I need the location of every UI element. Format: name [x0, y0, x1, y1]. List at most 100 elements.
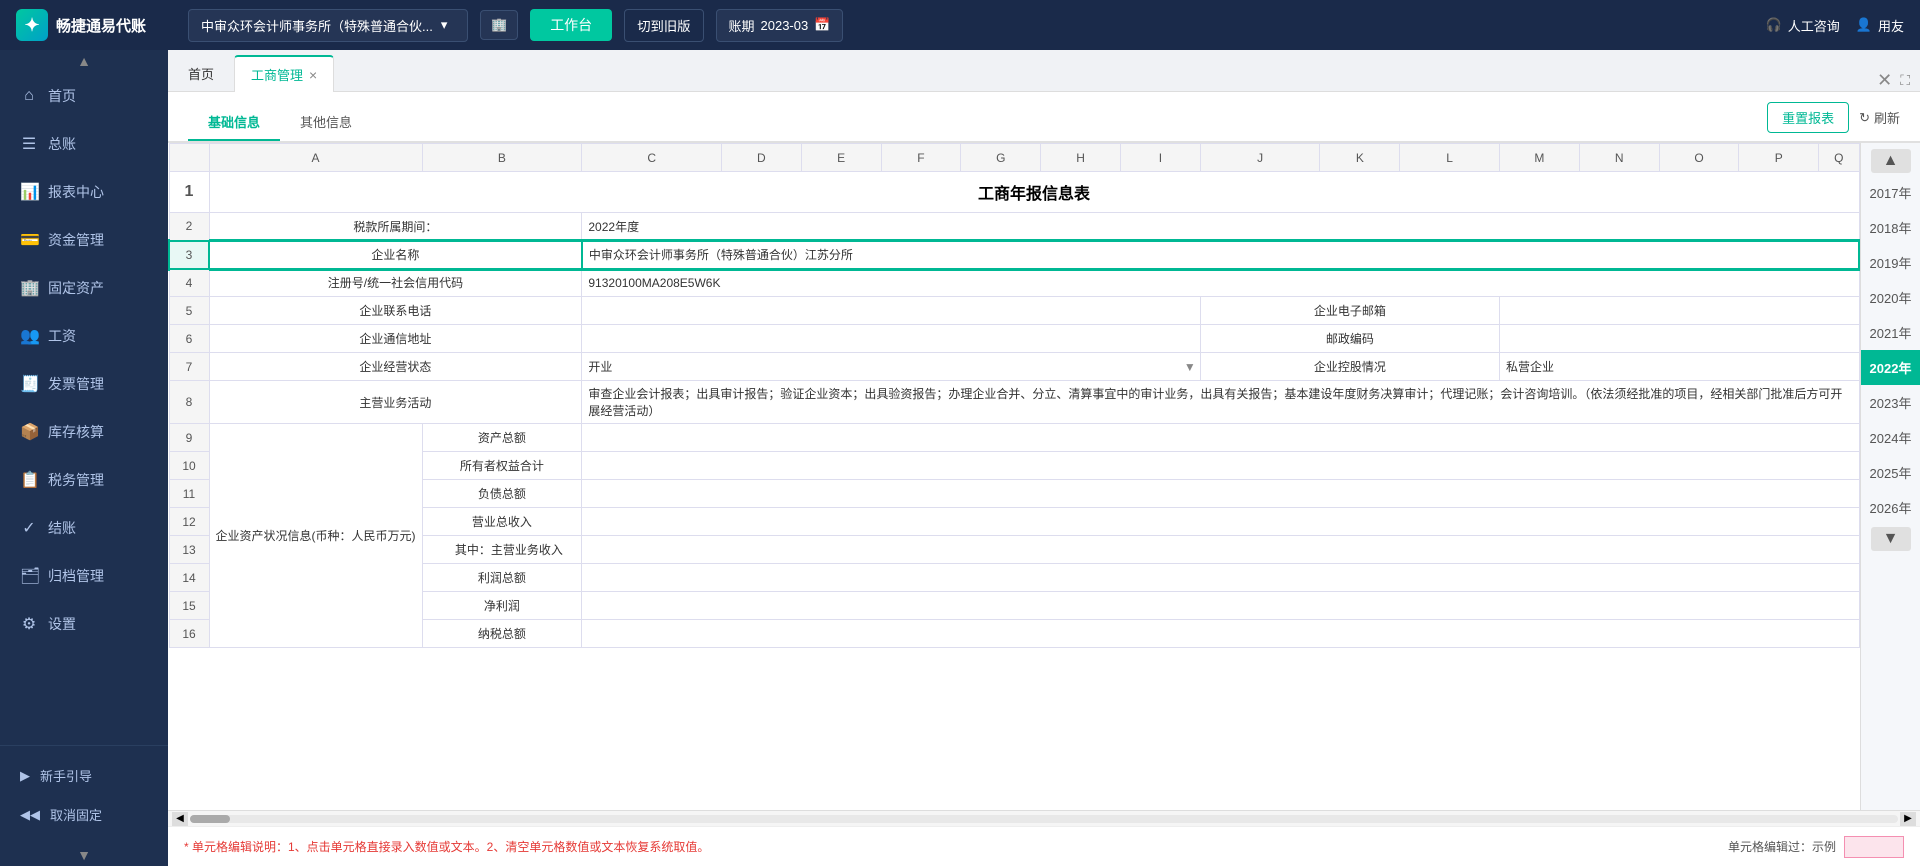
sheet-inner[interactable]: A B C D E F G H I J K L — [168, 143, 1860, 810]
year-item-2026[interactable]: 2026年 — [1861, 490, 1920, 525]
net-profit-value[interactable] — [582, 592, 1859, 620]
year-item-2017[interactable]: 2017年 — [1861, 175, 1920, 210]
sidebar-item-close[interactable]: ✓ 结账 — [0, 504, 168, 552]
row-num-12: 12 — [169, 508, 209, 536]
tab-close-icon[interactable]: × — [309, 67, 317, 83]
row-num-3: 3 — [169, 241, 209, 269]
sidebar-item-assets[interactable]: 🏢 固定资产 — [0, 264, 168, 312]
period-value-cell[interactable]: 2022年度 — [582, 213, 1859, 241]
company-dropdown-icon: ▾ — [441, 17, 448, 33]
table-row: 10 所有者权益合计 — [169, 452, 1859, 480]
tab-commerce[interactable]: 工商管理 × — [234, 55, 334, 92]
row-num-11: 11 — [169, 480, 209, 508]
period-value: 2023-03 — [761, 18, 809, 33]
sidebar-item-archive[interactable]: 🗂 归档管理 — [0, 552, 168, 600]
status-value[interactable]: 开业 ▼ — [582, 353, 1200, 381]
sidebar-item-home[interactable]: ⌂ 首页 — [0, 72, 168, 120]
sidebar-label-ledger: 总账 — [48, 134, 76, 154]
table-row: 14 利润总额 — [169, 564, 1859, 592]
tab-home[interactable]: 首页 — [168, 56, 234, 91]
sidebar-item-unpin[interactable]: ◀◀ 取消固定 — [0, 795, 168, 834]
sidebar-item-guide[interactable]: ▶ 新手引导 — [0, 756, 168, 795]
year-scroll-up-btn[interactable]: ▲ — [1871, 149, 1911, 173]
company-icon-btn[interactable]: 🏢 — [480, 10, 518, 40]
assets-value[interactable] — [582, 424, 1859, 452]
business-value[interactable]: 审查企业会计报表；出具审计报告；验证企业资本；出具验资报告；办理企业合并、分立、… — [582, 381, 1859, 424]
main-revenue-value[interactable] — [582, 536, 1859, 564]
company-name-label: 企业名称 — [209, 241, 582, 269]
revenue-total-value[interactable] — [582, 508, 1859, 536]
assets-icon: 🏢 — [20, 278, 38, 298]
postcode-value[interactable] — [1499, 325, 1859, 353]
refresh-icon: ↻ — [1859, 110, 1870, 126]
expand-icon[interactable]: ⛶ — [1900, 72, 1910, 89]
year-item-2022[interactable]: 2022年 — [1861, 350, 1920, 385]
close-panel-icon[interactable]: ✕ — [1877, 70, 1892, 91]
holding-value[interactable]: 私营企业 — [1499, 353, 1859, 381]
reset-report-button[interactable]: 重置报表 — [1767, 102, 1849, 133]
sidebar-item-ledger[interactable]: ☰ 总账 — [0, 120, 168, 168]
old-version-button[interactable]: 切到旧版 — [624, 9, 703, 42]
sidebar-scroll-up[interactable]: ▲ — [0, 50, 168, 72]
tax-total-value[interactable] — [582, 620, 1859, 648]
col-header-i: I — [1120, 144, 1200, 172]
user-item[interactable]: 👤 用友 — [1856, 16, 1904, 35]
year-item-2020[interactable]: 2020年 — [1861, 280, 1920, 315]
scroll-track[interactable] — [190, 815, 1898, 823]
year-panel: ▲ 2017年 2018年 2019年 2020年 2021年 2022年 20… — [1860, 143, 1920, 810]
sidebar-label-invoice: 发票管理 — [48, 374, 104, 394]
row-num-16: 16 — [169, 620, 209, 648]
sidebar-item-finance[interactable]: 💳 资金管理 — [0, 216, 168, 264]
scroll-right-btn[interactable]: ▶ — [1900, 812, 1916, 826]
equity-label: 所有者权益合计 — [422, 452, 582, 480]
tab-home-label: 首页 — [188, 64, 214, 83]
address-label: 企业通信地址 — [209, 325, 582, 353]
sidebar-footer: ▶ 新手引导 ◀◀ 取消固定 — [0, 745, 168, 844]
company-name-value[interactable]: 中审众环会计师事务所（特殊普通合伙）江苏分所 — [582, 241, 1859, 269]
profit-total-label: 利润总额 — [422, 564, 582, 592]
sidebar-item-settings[interactable]: ⚙ 设置 — [0, 600, 168, 648]
col-header-m: M — [1499, 144, 1579, 172]
equity-value[interactable] — [582, 452, 1859, 480]
year-item-2024[interactable]: 2024年 — [1861, 420, 1920, 455]
liabilities-value[interactable] — [582, 480, 1859, 508]
sub-tab-other[interactable]: 其他信息 — [280, 104, 372, 141]
workbench-button[interactable]: 工作台 — [530, 9, 612, 41]
content-area: 首页 工商管理 × ✕ ⛶ 基础信息 其他信息 重置报表 — [168, 50, 1920, 866]
year-scroll-down-btn[interactable]: ▼ — [1871, 527, 1911, 551]
scroll-left-btn[interactable]: ◀ — [172, 812, 188, 826]
email-value[interactable] — [1499, 297, 1859, 325]
address-value[interactable] — [582, 325, 1200, 353]
bottom-right: 单元格编辑过：示例 — [1728, 836, 1904, 858]
profit-total-value[interactable] — [582, 564, 1859, 592]
sidebar-item-invoice[interactable]: 🧾 发票管理 — [0, 360, 168, 408]
year-item-2023[interactable]: 2023年 — [1861, 385, 1920, 420]
sidebar-item-tax[interactable]: 📋 税务管理 — [0, 456, 168, 504]
company-select[interactable]: 中审众环会计师事务所（特殊普通合伙... ▾ — [188, 9, 468, 42]
sidebar-label-tax: 税务管理 — [48, 470, 104, 490]
sidebar-label-archive: 归档管理 — [48, 566, 104, 586]
ledger-icon: ☰ — [20, 134, 38, 154]
cell-edited-label: 单元格编辑过：示例 — [1728, 838, 1836, 855]
service-item[interactable]: 🎧 人工咨询 — [1766, 16, 1840, 35]
sidebar-item-inventory[interactable]: 📦 库存核算 — [0, 408, 168, 456]
bottom-note: * 单元格编辑说明：1、点击单元格直接录入数值或文本。2、清空单元格数值或文本恢… — [184, 838, 709, 855]
calendar-icon[interactable]: 📅 — [814, 17, 830, 33]
year-item-2021[interactable]: 2021年 — [1861, 315, 1920, 350]
table-row: 8 主营业务活动 审查企业会计报表；出具审计报告；验证企业资本；出具验资报告；办… — [169, 381, 1859, 424]
refresh-button[interactable]: ↻ 刷新 — [1859, 108, 1900, 127]
reg-no-value[interactable]: 91320100MA208E5W6K — [582, 269, 1859, 297]
logo-area: ✦ 畅捷通易代账 — [16, 9, 176, 41]
title-cell[interactable]: 工商年报信息表 — [209, 172, 1859, 213]
sub-tab-basic[interactable]: 基础信息 — [188, 104, 280, 141]
inner-content: 基础信息 其他信息 重置报表 ↻ 刷新 — [168, 92, 1920, 866]
year-item-2018[interactable]: 2018年 — [1861, 210, 1920, 245]
phone-value[interactable] — [582, 297, 1200, 325]
year-item-2019[interactable]: 2019年 — [1861, 245, 1920, 280]
top-bar: ✦ 畅捷通易代账 中审众环会计师事务所（特殊普通合伙... ▾ 🏢 工作台 切到… — [0, 0, 1920, 50]
sidebar-item-reports[interactable]: 📊 报表中心 — [0, 168, 168, 216]
sidebar-scroll-down[interactable]: ▼ — [0, 844, 168, 866]
sidebar-item-salary[interactable]: 👥 工资 — [0, 312, 168, 360]
tax-icon: 📋 — [20, 470, 38, 490]
year-item-2025[interactable]: 2025年 — [1861, 455, 1920, 490]
